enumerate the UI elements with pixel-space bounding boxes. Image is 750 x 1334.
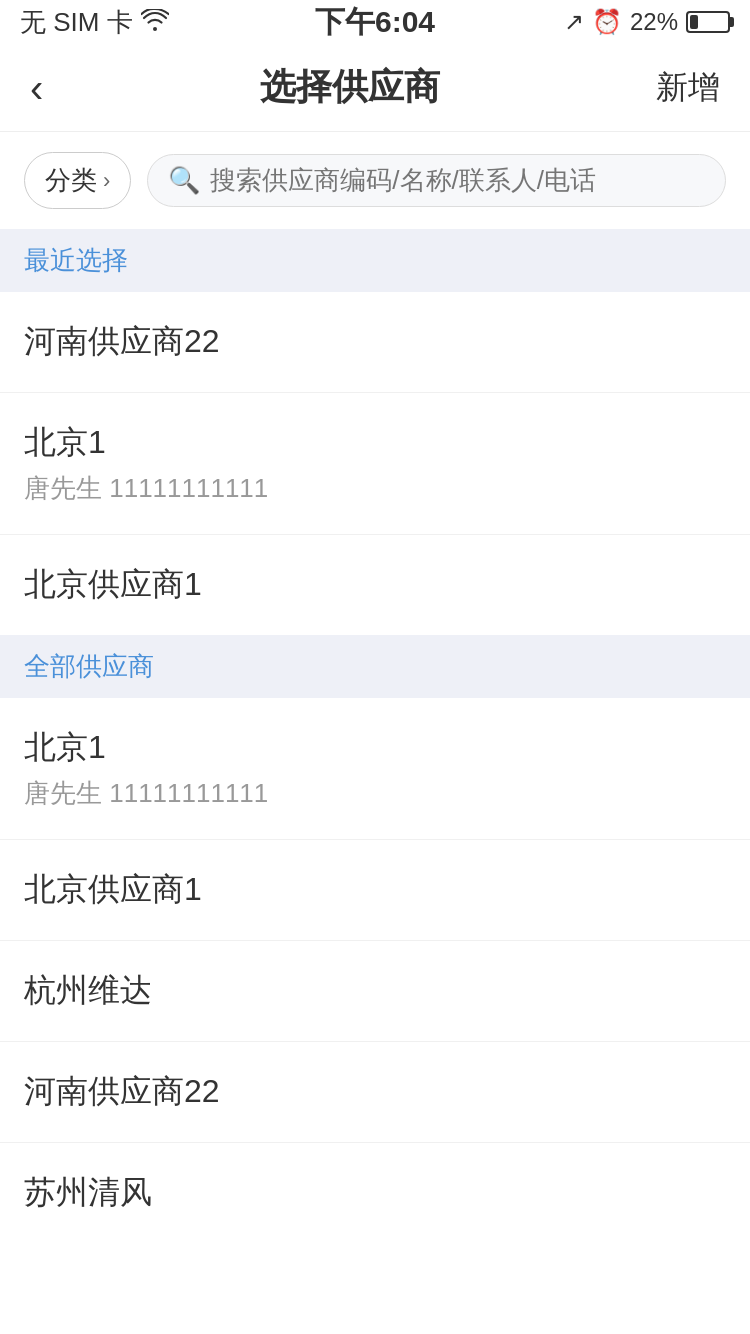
list-item[interactable]: 苏州清风 <box>0 1143 750 1243</box>
search-input[interactable] <box>210 165 705 196</box>
item-sub: 唐先生 11111111111 <box>24 776 726 811</box>
list-group-recent: 河南供应商22 北京1 唐先生 11111111111 北京供应商1 <box>0 292 750 635</box>
filter-bar: 分类 › 🔍 <box>0 132 750 229</box>
section-header-all: 全部供应商 <box>0 635 750 698</box>
page-title: 选择供应商 <box>260 63 440 112</box>
status-left: 无 SIM 卡 <box>20 5 169 40</box>
item-name: 北京1 <box>24 726 726 770</box>
item-name: 苏州清风 <box>24 1171 726 1215</box>
item-name: 河南供应商22 <box>24 1070 726 1114</box>
item-name: 北京供应商1 <box>24 868 726 912</box>
item-name: 北京1 <box>24 421 726 465</box>
section-header-text-recent: 最近选择 <box>24 245 128 275</box>
category-filter[interactable]: 分类 › <box>24 152 131 209</box>
no-sim-text: 无 SIM 卡 <box>20 5 133 40</box>
add-button[interactable]: 新增 <box>656 66 720 110</box>
list-item[interactable]: 河南供应商22 <box>0 292 750 393</box>
battery-percent: 22% <box>630 8 678 36</box>
list-item[interactable]: 北京1 唐先生 11111111111 <box>0 393 750 535</box>
list-item[interactable]: 北京1 唐先生 11111111111 <box>0 698 750 840</box>
item-name: 北京供应商1 <box>24 563 726 607</box>
item-name: 杭州维达 <box>24 969 726 1013</box>
list-group-all: 北京1 唐先生 11111111111 北京供应商1 杭州维达河南供应商22 苏州清风 <box>0 698 750 1243</box>
nav-bar: ‹ 选择供应商 新增 <box>0 44 750 132</box>
chevron-right-icon: › <box>103 168 110 194</box>
item-name: 河南供应商22 <box>24 320 726 364</box>
list-item[interactable]: 杭州维达 <box>0 941 750 1042</box>
status-right: ↗ ⏰ 22% <box>564 8 730 36</box>
list-item[interactable]: 北京供应商1 <box>0 840 750 941</box>
item-sub: 唐先生 11111111111 <box>24 471 726 506</box>
category-label: 分类 <box>45 163 97 198</box>
list-item[interactable]: 北京供应商1 <box>0 535 750 635</box>
section-header-recent: 最近选择 <box>0 229 750 292</box>
alarm-icon: ⏰ <box>592 8 622 36</box>
battery-icon <box>686 11 730 33</box>
content: 最近选择河南供应商22 北京1 唐先生 11111111111 北京供应商1 全部供应商… <box>0 229 750 1243</box>
status-time: 下午6:04 <box>315 2 435 43</box>
back-button[interactable]: ‹ <box>30 68 43 108</box>
status-bar: 无 SIM 卡 下午6:04 ↗ ⏰ 22% <box>0 0 750 44</box>
wifi-icon <box>141 7 169 38</box>
list-item[interactable]: 河南供应商22 <box>0 1042 750 1143</box>
section-header-text-all: 全部供应商 <box>24 651 154 681</box>
search-box[interactable]: 🔍 <box>147 154 726 207</box>
search-icon: 🔍 <box>168 165 200 196</box>
location-icon: ↗ <box>564 8 584 36</box>
